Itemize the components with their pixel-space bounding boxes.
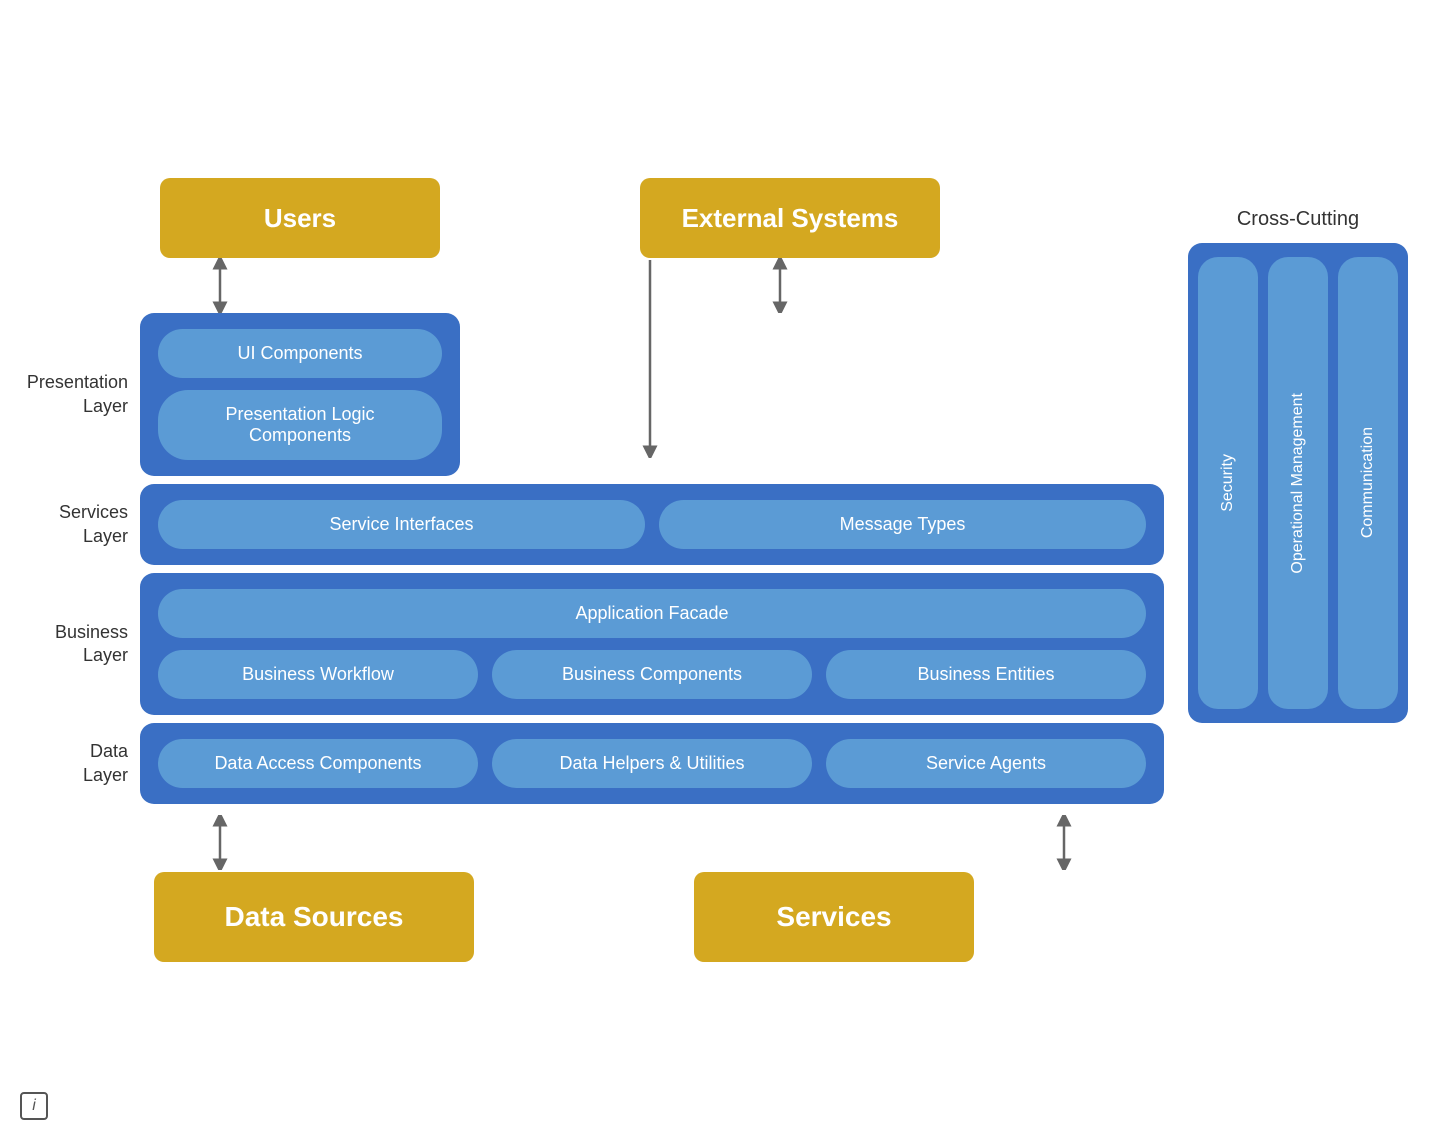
data-sources-bidirectional-arrow xyxy=(210,815,230,870)
business-components-row: Business Workflow Business Components Bu… xyxy=(158,650,1146,699)
app-facade-box: Application Facade xyxy=(158,589,1146,638)
data-sources-box: Data Sources xyxy=(154,872,474,962)
ui-components-box: UI Components xyxy=(158,329,442,378)
business-layer-row: Business Layer Application Facade Busine… xyxy=(40,573,1164,715)
cross-cutting-box: Security Operational Management Communic… xyxy=(1188,243,1408,723)
data-helpers-box: Data Helpers & Utilities xyxy=(492,739,812,788)
external-arrow-col xyxy=(300,258,630,313)
business-layer-label: Business Layer xyxy=(40,573,140,715)
presentation-layer-label: Presentation Layer xyxy=(40,313,140,476)
service-agents-box: Service Agents xyxy=(826,739,1146,788)
communication-pillar: Communication xyxy=(1338,257,1398,709)
data-layer-label: Data Layer xyxy=(40,723,140,804)
bottom-entities-row: Data Sources Services xyxy=(40,872,1164,962)
data-layer-box: Data Access Components Data Helpers & Ut… xyxy=(140,723,1164,804)
message-types-box: Message Types xyxy=(659,500,1146,549)
presentation-layer-box: UI Components Presentation Logic Compone… xyxy=(140,313,460,476)
external-systems-box: External Systems xyxy=(640,178,940,258)
external-arrow-col2 xyxy=(630,258,930,313)
users-bidirectional-arrow xyxy=(210,258,230,313)
presentation-logic-box: Presentation Logic Components xyxy=(158,390,442,460)
services-layer-label: Services Layer xyxy=(40,484,140,565)
presentation-layer-row: Presentation Layer UI Components Present… xyxy=(40,313,1164,476)
cross-cutting-title: Cross-Cutting xyxy=(1237,208,1359,231)
security-label: Security xyxy=(1219,454,1237,512)
security-pillar: Security xyxy=(1198,257,1258,709)
top-entities-row: Users External Systems xyxy=(40,178,1164,258)
data-access-components-box: Data Access Components xyxy=(158,739,478,788)
architecture-diagram: Users External Systems xyxy=(40,178,1164,962)
data-layer-row: Data Layer Data Access Components Data H… xyxy=(40,723,1164,804)
info-icon[interactable]: i xyxy=(20,1092,48,1120)
cross-cutting-area: Cross-Cutting Security Operational Manag… xyxy=(1188,208,1408,723)
services-arrow-col xyxy=(984,815,1144,870)
business-entities-box: Business Entities xyxy=(826,650,1146,699)
services-gold-box: Services xyxy=(694,872,974,962)
layers-area: Presentation Layer UI Components Present… xyxy=(40,313,1164,812)
bottom-arrows-row xyxy=(40,812,1164,872)
users-label: Users xyxy=(264,203,336,234)
operational-management-label: Operational Management xyxy=(1289,393,1307,574)
top-arrows xyxy=(40,258,1164,313)
data-sources-arrow-col xyxy=(140,815,300,870)
external-systems-label: External Systems xyxy=(682,203,899,234)
users-box: Users xyxy=(160,178,440,258)
services-layer-box: Service Interfaces Message Types xyxy=(140,484,1164,565)
services-layer-row: Services Layer Service Interfaces Messag… xyxy=(40,484,1164,565)
users-arrow-col xyxy=(140,258,300,313)
services-bidirectional-arrow xyxy=(1054,815,1074,870)
business-workflow-box: Business Workflow xyxy=(158,650,478,699)
external-bidirectional-arrow xyxy=(770,258,790,313)
business-layer-box: Application Facade Business Workflow Bus… xyxy=(140,573,1164,715)
operational-management-pillar: Operational Management xyxy=(1268,257,1328,709)
business-components-box: Business Components xyxy=(492,650,812,699)
communication-label: Communication xyxy=(1359,427,1377,538)
service-interfaces-box: Service Interfaces xyxy=(158,500,645,549)
